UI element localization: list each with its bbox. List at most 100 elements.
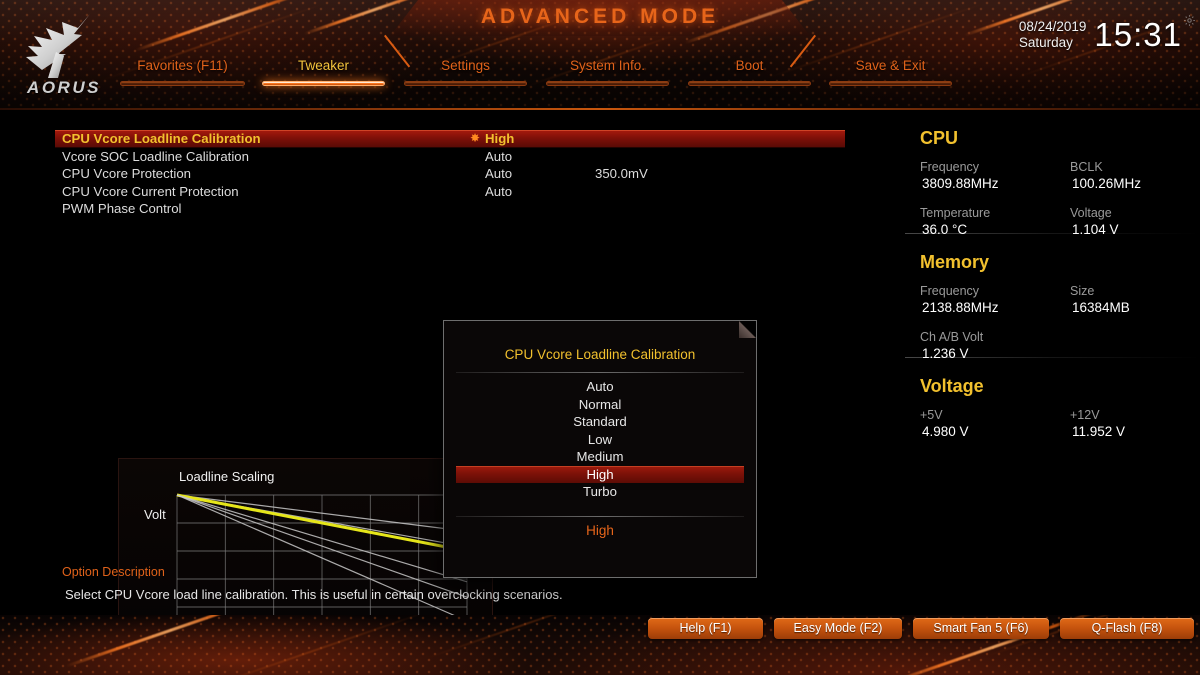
info-cell-plus5v: +5V 4.980 V (920, 407, 969, 440)
info-section-cpu: CPU Frequency 3809.88MHz BCLK 100.26MHz … (905, 128, 1200, 237)
setting-name: CPU Vcore Protection (62, 166, 191, 181)
dialog-option-turbo[interactable]: Turbo (456, 483, 744, 501)
dialog-option-normal[interactable]: Normal (456, 396, 744, 414)
info-label: Frequency (920, 160, 980, 174)
weekday-text: Saturday (1018, 35, 1073, 50)
info-value: 16384MB (1072, 300, 1130, 315)
dialog-title: CPU Vcore Loadline Calibration (504, 347, 696, 362)
setting-name: Vcore SOC Loadline Calibration (62, 148, 249, 164)
tab-underline (262, 81, 385, 86)
datetime-display: 08/24/2019 Saturday 15:31 (1019, 18, 1182, 52)
setting-value: Auto (485, 183, 513, 199)
main-nav: Favorites (F11) Tweaker Settings System … (0, 58, 960, 96)
page-title: ADVANCED MODE (480, 5, 720, 28)
chart-title: Loadline Scaling (179, 469, 275, 484)
info-label: Ch A/B Volt (920, 330, 984, 344)
footer-bar: Help (F1) Easy Mode (F2) Smart Fan 5 (F6… (0, 615, 1200, 675)
clock-text: 15:31 (1094, 16, 1182, 53)
info-section-voltage: Voltage +5V 4.980 V +12V 11.952 V (905, 376, 1200, 463)
info-grid: Frequency 2138.88MHz Size 16384MB Ch A/B… (920, 283, 1200, 361)
info-value: 2138.88MHz (922, 300, 999, 315)
info-cell-frequency: Frequency 3809.88MHz (920, 159, 999, 192)
tab-label: Favorites (F11) (137, 58, 228, 73)
info-label: Size (1070, 284, 1095, 298)
info-value: 4.980 V (922, 424, 969, 439)
tab-underline (546, 81, 669, 86)
settings-list: CPU Vcore Loadline Calibration ✸ High Vc… (55, 130, 845, 218)
section-heading: Voltage (920, 376, 984, 396)
tab-underline (404, 81, 527, 86)
dialog-option-list: Auto Normal Standard Low Medium High Tur… (456, 378, 744, 501)
tab-label: Settings (441, 58, 490, 73)
dialog-option-high[interactable]: High (456, 465, 744, 483)
tab-system-info[interactable]: System Info. (546, 58, 669, 86)
info-label: Frequency (920, 284, 980, 298)
main-content: CPU Vcore Loadline Calibration ✸ High Vc… (0, 110, 1200, 666)
section-heading: CPU (920, 128, 959, 148)
info-cell-plus12v: +12V 11.952 V (1070, 407, 1125, 440)
info-cell-bclk: BCLK 100.26MHz (1070, 159, 1141, 192)
info-grid: +5V 4.980 V +12V 11.952 V (920, 407, 1200, 463)
tab-settings[interactable]: Settings (404, 58, 527, 86)
dialog-option-auto[interactable]: Auto (456, 378, 744, 396)
q-flash-button[interactable]: Q-Flash (F8) (1060, 618, 1194, 639)
tab-underline (120, 81, 245, 86)
smart-fan-button[interactable]: Smart Fan 5 (F6) (913, 618, 1049, 639)
dialog-divider-bottom (456, 516, 744, 517)
chart-y-axis-label: Volt (144, 507, 166, 522)
info-grid: Frequency 3809.88MHz BCLK 100.26MHz Temp… (920, 159, 1200, 237)
info-label: Voltage (1070, 206, 1112, 220)
help-button[interactable]: Help (F1) (648, 618, 763, 639)
setting-extra-value: 350.0mV (595, 166, 648, 181)
setting-value: Auto (485, 148, 513, 164)
setting-row-cpu-vcore-protection[interactable]: CPU Vcore Protection Auto 350.0mV (55, 165, 845, 183)
tab-boot[interactable]: Boot (688, 58, 811, 86)
dialog-option-standard[interactable]: Standard (456, 413, 744, 431)
setting-name: CPU Vcore Current Protection (62, 183, 239, 199)
info-cell-temperature: Temperature 36.0 °C (920, 205, 990, 238)
dialog-current-value: High (586, 523, 614, 538)
info-label: Temperature (920, 206, 991, 220)
tab-label: System Info. (569, 58, 646, 73)
info-value: 100.26MHz (1072, 176, 1142, 191)
tab-favorites[interactable]: Favorites (F11) (120, 58, 245, 86)
setting-row-vcore-soc-loadline-calibration[interactable]: Vcore SOC Loadline Calibration Auto (55, 148, 845, 166)
section-heading: Memory (920, 252, 990, 272)
tab-tweaker[interactable]: Tweaker (262, 58, 385, 86)
info-cell-mem-frequency: Frequency 2138.88MHz (920, 283, 999, 316)
setting-row-cpu-vcore-current-protection[interactable]: CPU Vcore Current Protection Auto (55, 183, 845, 201)
info-cell-voltage: Voltage 1.104 V (1070, 205, 1119, 238)
dialog-option-medium[interactable]: Medium (456, 448, 744, 466)
setting-value: Auto (485, 166, 513, 181)
info-value: 3809.88MHz (922, 176, 999, 191)
dialog-corner-fold (739, 321, 756, 338)
easy-mode-button[interactable]: Easy Mode (F2) (774, 618, 902, 639)
info-label: BCLK (1070, 160, 1103, 174)
modified-star-icon: ✸ (470, 131, 481, 145)
loadline-calibration-dialog[interactable]: CPU Vcore Loadline Calibration Auto Norm… (443, 320, 757, 578)
tab-label: Tweaker (297, 58, 350, 73)
hardware-monitor-panel: CPU Frequency 3809.88MHz BCLK 100.26MHz … (905, 128, 1200, 598)
tab-label: Boot (735, 58, 764, 73)
advanced-mode-banner: ADVANCED MODE (384, 0, 816, 68)
info-value: 1.104 V (1072, 222, 1119, 237)
info-value: 11.952 V (1072, 424, 1126, 439)
setting-name: CPU Vcore Loadline Calibration (62, 131, 261, 146)
setting-row-pwm-phase-control[interactable]: PWM Phase Control (55, 200, 845, 218)
tab-label: Save & Exit (855, 58, 926, 73)
tab-save-exit[interactable]: Save & Exit (829, 58, 952, 86)
header-bar: AORUS ADVANCED MODE 08/24/2019 Saturday … (0, 0, 1200, 110)
tab-underline (688, 81, 811, 86)
setting-row-cpu-vcore-loadline-calibration[interactable]: CPU Vcore Loadline Calibration ✸ High (55, 130, 845, 148)
info-value: 36.0 °C (922, 222, 968, 237)
dialog-option-low[interactable]: Low (456, 431, 744, 449)
info-section-memory: Memory Frequency 2138.88MHz Size 16384MB… (905, 252, 1200, 361)
info-value: 1.236 V (922, 346, 969, 361)
gear-icon[interactable] (1183, 14, 1196, 32)
dialog-divider-top (456, 372, 744, 373)
info-cell-mem-size: Size 16384MB (1070, 283, 1130, 316)
date-text: 08/24/2019 (1018, 19, 1087, 34)
setting-name: PWM Phase Control (62, 201, 182, 216)
info-label: +5V (920, 408, 943, 422)
setting-value: High (485, 131, 515, 146)
